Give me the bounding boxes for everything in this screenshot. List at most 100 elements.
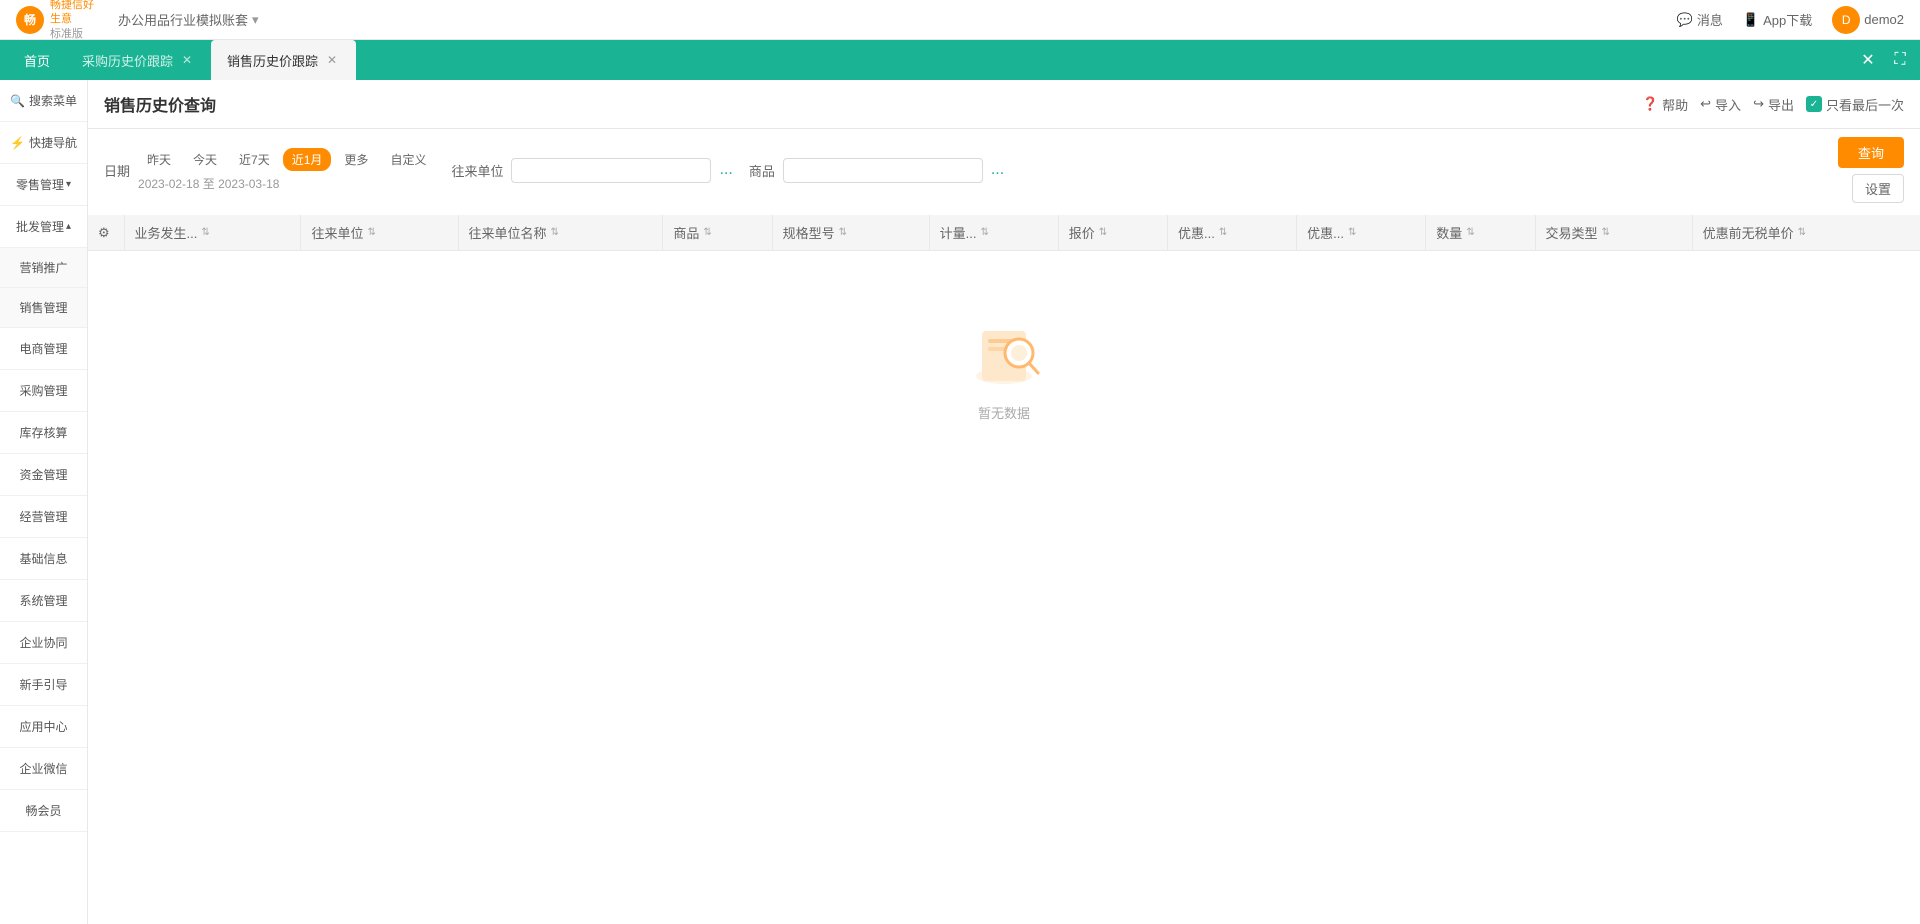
only-last-checkbox[interactable]: ✓ 只看最后一次	[1806, 95, 1904, 114]
logo-area: 畅 畅捷信好生意 标准版	[16, 0, 100, 41]
sort-icon-quote: ⇅	[1099, 227, 1107, 238]
th-spec[interactable]: 规格型号 ⇅	[772, 215, 929, 251]
product-input[interactable]	[783, 158, 983, 183]
th-discount1[interactable]: 优惠... ⇅	[1168, 215, 1297, 251]
th-biz-date[interactable]: 业务发生... ⇅	[124, 215, 301, 251]
query-button[interactable]: 查询	[1838, 137, 1904, 168]
app-title: 办公用品行业模拟账套 ▾	[118, 10, 259, 29]
sidebar-item-quick-nav[interactable]: ⚡ 快捷导航	[0, 122, 87, 164]
sort-icon-counterparty-name: ⇅	[551, 227, 559, 238]
date-btn-today[interactable]: 今天	[184, 148, 226, 171]
tab-bar: 首页 采购历史价跟踪 ✕ 销售历史价跟踪 ✕ ✕ ⛶	[0, 40, 1920, 80]
tab-sales-history[interactable]: 销售历史价跟踪 ✕	[211, 40, 356, 80]
sidebar-item-purchase[interactable]: 采购管理	[0, 370, 87, 412]
counterparty-filter-group: 往来单位 ...	[451, 158, 732, 183]
th-product[interactable]: 商品 ⇅	[663, 215, 772, 251]
th-trade-type-label: 交易类型	[1546, 223, 1598, 242]
message-icon: 💬	[1677, 12, 1693, 28]
chevron-down-icon[interactable]: ▾	[252, 12, 259, 28]
message-button[interactable]: 💬 消息	[1677, 10, 1723, 29]
sidebar-item-retail-mgmt[interactable]: 零售管理 ▾	[0, 164, 87, 206]
sidebar-label-enterprise-wechat: 企业微信	[19, 760, 67, 777]
tab-sales-history-close[interactable]: ✕	[324, 52, 340, 68]
tab-purchase-history-label: 采购历史价跟踪	[82, 51, 173, 70]
logo-text: 畅捷信好生意 标准版	[50, 0, 100, 41]
import-button[interactable]: ↩ 导入	[1700, 95, 1741, 114]
sidebar: 🔍 搜索菜单 ⚡ 快捷导航 零售管理 ▾ 批发管理 ▴ 营销推广 销售管理 电商…	[0, 80, 88, 924]
th-biz-date-label: 业务发生...	[135, 223, 198, 242]
product-dots[interactable]: ...	[991, 161, 1004, 179]
sort-icon-quantity: ⇅	[1466, 227, 1474, 238]
th-unit[interactable]: 计量... ⇅	[929, 215, 1058, 251]
close-all-tabs-button[interactable]: ✕	[1856, 48, 1880, 72]
settings-button[interactable]: 设置	[1852, 174, 1904, 203]
counterparty-input[interactable]	[511, 158, 711, 183]
date-btn-custom[interactable]: 自定义	[381, 148, 435, 171]
sidebar-item-ecommerce[interactable]: 电商管理	[0, 328, 87, 370]
date-btn-last7days[interactable]: 近7天	[230, 148, 279, 171]
th-discount2[interactable]: 优惠... ⇅	[1297, 215, 1426, 251]
sidebar-item-app-center[interactable]: 应用中心	[0, 706, 87, 748]
filter-bar: 日期 昨天 今天 近7天 近1月 更多 自定义 2023-02-18 至 202…	[88, 129, 1920, 215]
sidebar-label-marketing: 营销推广	[19, 259, 67, 276]
date-filter-group: 日期 昨天 今天 近7天 近1月 更多 自定义 2023-02-18 至 202…	[104, 148, 435, 192]
th-counterparty[interactable]: 往来单位 ⇅	[301, 215, 458, 251]
th-quote-label: 报价	[1069, 223, 1095, 242]
th-quantity[interactable]: 数量 ⇅	[1426, 215, 1535, 251]
tab-bar-actions: ✕ ⛶	[1856, 48, 1912, 72]
sidebar-item-enterprise-wechat[interactable]: 企业微信	[0, 748, 87, 790]
sidebar-item-finance[interactable]: 资金管理	[0, 454, 87, 496]
sidebar-item-system[interactable]: 系统管理	[0, 580, 87, 622]
sidebar-sub-group: 营销推广 销售管理	[0, 248, 87, 328]
sidebar-item-marketing[interactable]: 营销推广	[0, 248, 87, 288]
th-unit-label: 计量...	[940, 223, 977, 242]
chevron-up-icon: ▴	[66, 221, 71, 232]
sort-icon-counterparty: ⇅	[367, 227, 375, 238]
date-btn-yesterday[interactable]: 昨天	[138, 148, 180, 171]
table-settings-icon[interactable]: ⚙	[98, 225, 110, 240]
sort-icon-trade-type: ⇅	[1602, 227, 1610, 238]
sort-icon-discount1: ⇅	[1219, 227, 1227, 238]
sidebar-label-wholesale-mgmt: 批发管理	[16, 218, 64, 235]
tab-home[interactable]: 首页	[8, 40, 66, 80]
sidebar-item-inventory[interactable]: 库存核算	[0, 412, 87, 454]
sidebar-item-search-menu[interactable]: 🔍 搜索菜单	[0, 80, 87, 122]
maximize-button[interactable]: ⛶	[1888, 48, 1912, 72]
date-range-display: 2023-02-18 至 2023-03-18	[138, 175, 435, 192]
th-trade-type[interactable]: 交易类型 ⇅	[1535, 215, 1692, 251]
sidebar-label-search-menu: 搜索菜单	[29, 92, 77, 109]
compass-icon: ⚡	[10, 136, 25, 150]
th-settings[interactable]: ⚙	[88, 215, 124, 251]
sidebar-label-system: 系统管理	[19, 592, 67, 609]
app-download-button[interactable]: 📱 App下载	[1743, 10, 1812, 29]
counterparty-dots[interactable]: ...	[719, 161, 732, 179]
date-label: 日期	[104, 161, 130, 180]
th-counterparty-name-label: 往来单位名称	[469, 223, 547, 242]
sidebar-item-enterprise[interactable]: 企业协同	[0, 622, 87, 664]
tab-purchase-history[interactable]: 采购历史价跟踪 ✕	[66, 40, 211, 80]
th-pretax-price[interactable]: 优惠前无税单价 ⇅	[1692, 215, 1920, 251]
th-counterparty-name[interactable]: 往来单位名称 ⇅	[458, 215, 663, 251]
sidebar-item-new-guide[interactable]: 新手引导	[0, 664, 87, 706]
data-table: ⚙ 业务发生... ⇅ 往来单位 ⇅	[88, 215, 1920, 251]
sidebar-label-new-guide: 新手引导	[19, 676, 67, 693]
export-button[interactable]: ↪ 导出	[1753, 95, 1794, 114]
th-quote[interactable]: 报价 ⇅	[1058, 215, 1167, 251]
sidebar-label-quick-nav: 快捷导航	[29, 134, 77, 151]
filter-section: 销售历史价查询 ❓ 帮助 ↩ 导入 ↪ 导出	[88, 80, 1920, 215]
tab-purchase-history-close[interactable]: ✕	[179, 52, 195, 68]
top-bar: 畅 畅捷信好生意 标准版 办公用品行业模拟账套 ▾ 💬 消息 📱 App下载 D…	[0, 0, 1920, 40]
sidebar-item-operation[interactable]: 经营管理	[0, 496, 87, 538]
sidebar-item-sales-mgmt[interactable]: 销售管理	[0, 288, 87, 328]
user-profile[interactable]: D demo2	[1832, 6, 1904, 34]
sidebar-item-member[interactable]: 畅会员	[0, 790, 87, 832]
sidebar-label-enterprise: 企业协同	[19, 634, 67, 651]
th-counterparty-label: 往来单位	[311, 223, 363, 242]
sidebar-item-wholesale-mgmt[interactable]: 批发管理 ▴	[0, 206, 87, 248]
sidebar-label-inventory: 库存核算	[19, 424, 67, 441]
search-icon: 🔍	[10, 94, 25, 108]
date-btn-last1month[interactable]: 近1月	[283, 148, 332, 171]
date-btn-more[interactable]: 更多	[335, 148, 377, 171]
sidebar-item-basic-info[interactable]: 基础信息	[0, 538, 87, 580]
help-button[interactable]: ❓ 帮助	[1642, 95, 1688, 114]
